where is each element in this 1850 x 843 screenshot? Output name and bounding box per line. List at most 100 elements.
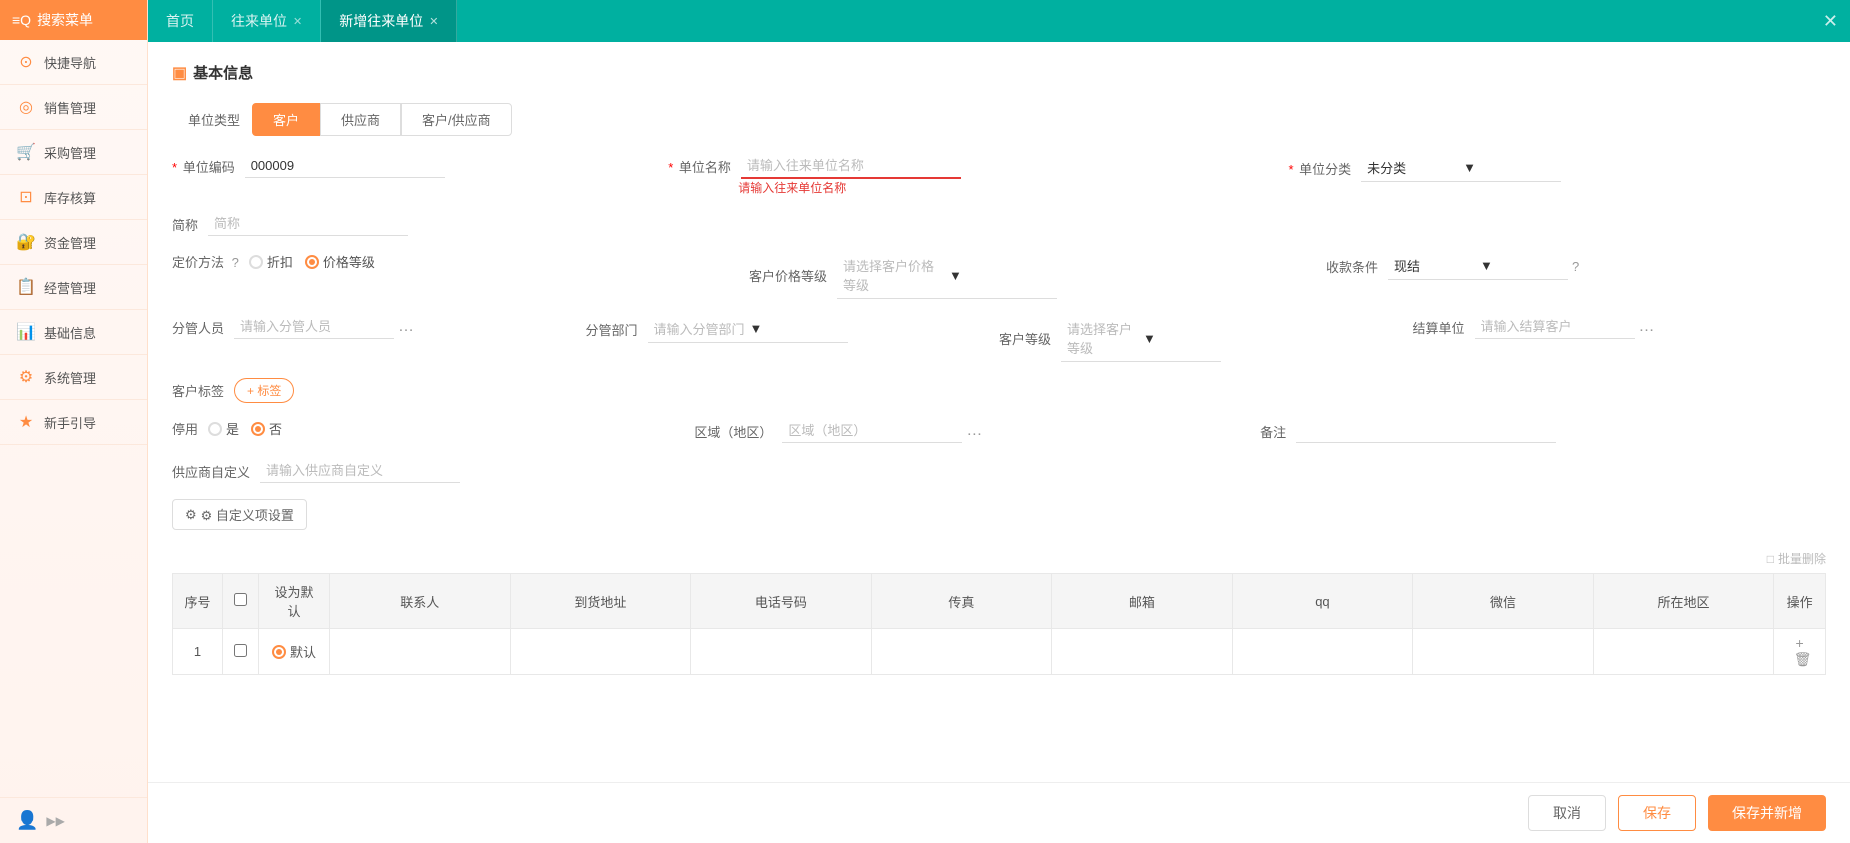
payment-help-icon[interactable]: ? [1572, 259, 1579, 274]
row-default-label: 默认 [290, 642, 316, 661]
row-fax[interactable] [871, 629, 1052, 675]
tab-partners[interactable]: 往来单位 ✕ [213, 0, 321, 42]
dept-select[interactable]: 请输入分管部门 ▼ [648, 315, 848, 343]
row-qq[interactable] [1232, 629, 1413, 675]
unit-category-select[interactable]: 未分类 ▼ [1361, 154, 1561, 182]
save-add-button[interactable]: 保存并新增 [1708, 795, 1826, 831]
supplier-custom-label: 供应商自定义 [172, 462, 260, 481]
help-icon[interactable]: ? [232, 255, 239, 270]
add-tag-button[interactable]: + 标签 [234, 378, 294, 403]
row-email[interactable] [1052, 629, 1233, 675]
sidebar-item-guide[interactable]: ★ 新手引导 [0, 400, 147, 445]
short-name-input[interactable] [208, 212, 408, 236]
col-wechat: 微信 [1413, 574, 1594, 629]
row-default-radio-circle [272, 645, 286, 659]
table-row: 1 默认 [173, 629, 1826, 675]
tab-home[interactable]: 首页 [148, 0, 213, 42]
basic-icon: 📊 [16, 322, 36, 342]
field-supplier-custom: 供应商自定义 [172, 459, 1826, 483]
email-input[interactable] [1060, 644, 1224, 659]
row-wechat[interactable] [1413, 629, 1594, 675]
sidebar-item-inventory[interactable]: ⊡ 库存核算 [0, 175, 147, 220]
wechat-input[interactable] [1421, 644, 1585, 659]
type-btn-both[interactable]: 客户/供应商 [401, 103, 512, 136]
customer-price-select[interactable]: 请选择客户价格等级 ▼ [837, 252, 1057, 299]
chevron-down-icon: ▼ [750, 321, 842, 336]
search-menu-button[interactable]: ≡Q 搜索菜单 [0, 0, 147, 40]
payment-terms-select[interactable]: 现结 ▼ [1388, 252, 1568, 280]
region-dots[interactable]: … [962, 422, 986, 440]
field-unit-category: * 单位分类 未分类 ▼ [1288, 154, 1826, 182]
radio-yes[interactable]: 是 [208, 419, 239, 438]
search-icon: ≡Q [12, 12, 31, 28]
customer-level-select[interactable]: 请选择客户等级 ▼ [1061, 315, 1221, 362]
radio-discount[interactable]: 折扣 [249, 252, 293, 271]
phone-input[interactable] [699, 644, 863, 659]
note-input[interactable] [1296, 419, 1556, 443]
unit-code-input[interactable] [245, 154, 445, 178]
region-label: 区域（地区） [694, 422, 782, 441]
batch-delete-icon: □ [1767, 552, 1774, 566]
sidebar-item-label: 资金管理 [44, 233, 96, 252]
radio-discount-circle [249, 255, 263, 269]
tab-new-partner[interactable]: 新增往来单位 ✕ [321, 0, 457, 42]
region-table-input[interactable] [1602, 644, 1766, 659]
row-checkbox[interactable] [223, 629, 259, 675]
row-default-radio[interactable]: 默认 [267, 642, 321, 661]
sidebar-footer: 👤 ▶▶ [0, 797, 147, 843]
sidebar-item-purchase[interactable]: 🛒 采购管理 [0, 130, 147, 175]
col-checkbox[interactable] [223, 574, 259, 629]
main-content: 首页 往来单位 ✕ 新增往来单位 ✕ ✕ ▣ 基本信息 单位类型 客户 供应商 … [148, 0, 1850, 843]
purchase-icon: 🛒 [16, 142, 36, 162]
type-btn-supplier[interactable]: 供应商 [320, 103, 401, 136]
settlement-input[interactable] [1475, 315, 1635, 339]
save-button[interactable]: 保存 [1618, 795, 1696, 831]
custom-settings-button[interactable]: ⚙ ⚙ 自定义项设置 [172, 499, 307, 530]
row-address[interactable] [510, 629, 691, 675]
row-add-icon[interactable]: + [1796, 635, 1804, 651]
sidebar: ≡Q 搜索菜单 ⊙ 快捷导航 ◎ 销售管理 🛒 采购管理 ⊡ 库存核算 🔐 资金… [0, 0, 148, 843]
select-all-checkbox[interactable] [234, 593, 247, 606]
expand-icon[interactable]: ▶▶ [46, 814, 64, 828]
supplier-custom-input[interactable] [260, 459, 460, 483]
sidebar-item-system[interactable]: ⚙ 系统管理 [0, 355, 147, 400]
sidebar-item-operation[interactable]: 📋 经营管理 [0, 265, 147, 310]
settlement-dots[interactable]: … [1635, 318, 1659, 336]
type-btn-customer[interactable]: 客户 [252, 103, 320, 136]
note-label: 备注 [1260, 422, 1296, 441]
row-default[interactable]: 默认 [259, 629, 330, 675]
close-all-tabs[interactable]: ✕ [1823, 11, 1838, 32]
radio-no-circle [251, 422, 265, 436]
row-delete-icon[interactable]: 🗑 [1794, 651, 1812, 667]
region-input[interactable] [782, 419, 962, 443]
batch-delete-label[interactable]: 批量删除 [1778, 550, 1826, 567]
col-qq: qq [1232, 574, 1413, 629]
sidebar-item-sales[interactable]: ◎ 销售管理 [0, 85, 147, 130]
sidebar-item-label: 经营管理 [44, 278, 96, 297]
radio-no[interactable]: 否 [251, 419, 282, 438]
row-select-checkbox[interactable] [234, 644, 247, 657]
fax-input[interactable] [880, 644, 1044, 659]
cancel-button[interactable]: 取消 [1528, 795, 1606, 831]
sidebar-item-finance[interactable]: 🔐 资金管理 [0, 220, 147, 265]
manager-dots[interactable]: … [394, 318, 418, 336]
row-region[interactable] [1593, 629, 1774, 675]
unit-name-input[interactable] [741, 154, 961, 179]
tab-new-partner-close[interactable]: ✕ [429, 15, 438, 28]
tag-label: 客户标签 [172, 381, 234, 400]
gear-icon: ⚙ [185, 507, 197, 523]
sidebar-item-label: 采购管理 [44, 143, 96, 162]
manager-input[interactable] [234, 315, 394, 339]
address-input[interactable] [519, 644, 683, 659]
contact-input[interactable] [338, 644, 502, 659]
radio-level-circle [305, 255, 319, 269]
row-pricing: 定价方法 ? 折扣 价格等级 客户价格等级 [172, 252, 1826, 299]
qq-input[interactable] [1241, 644, 1405, 659]
tab-partners-close[interactable]: ✕ [293, 15, 302, 28]
row-contact[interactable] [330, 629, 511, 675]
sidebar-item-quick-nav[interactable]: ⊙ 快捷导航 [0, 40, 147, 85]
sidebar-item-basic[interactable]: 📊 基础信息 [0, 310, 147, 355]
payment-terms-label: 收款条件 [1326, 257, 1388, 276]
row-phone[interactable] [691, 629, 872, 675]
radio-level[interactable]: 价格等级 [305, 252, 375, 271]
